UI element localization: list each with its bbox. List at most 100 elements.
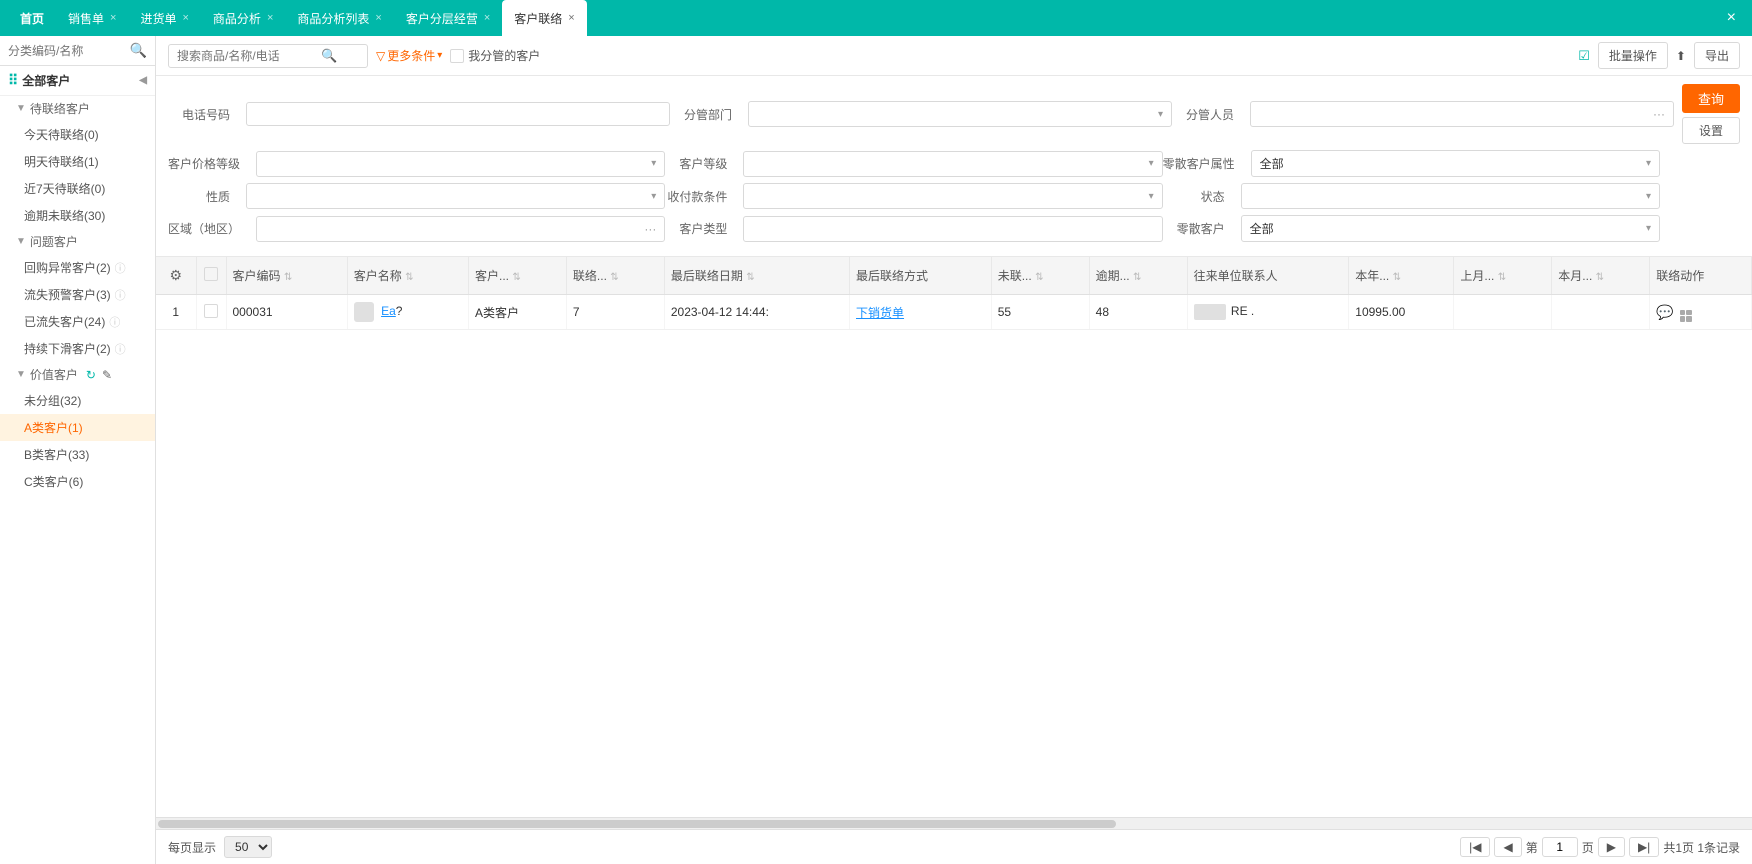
table-header-row: ⚙ 客户编码 ⇅ 客户名称 ⇅ <box>156 257 1752 295</box>
dept-select[interactable]: ▾ <box>748 101 1172 127</box>
th-code: 客户编码 ⇅ <box>226 257 347 295</box>
tab-customer-tier[interactable]: 客户分层经营 × <box>394 0 502 36</box>
sidebar-collapse-icon[interactable]: ◀ <box>139 75 147 86</box>
scatter-customer-select[interactable]: 全部 ▾ <box>1241 215 1660 242</box>
query-button[interactable]: 查询 <box>1682 84 1740 113</box>
customer-avatar <box>354 302 374 322</box>
more-conditions-button[interactable]: ▽ 更多条件 ▾ <box>376 47 442 64</box>
sidebar-search-input[interactable] <box>8 44 126 58</box>
price-level-select[interactable]: ▾ <box>256 151 665 177</box>
phone-input[interactable] <box>246 102 670 126</box>
sidebar-item-repurchase-anomaly[interactable]: 回购异常客户(2) ⓘ <box>0 254 155 281</box>
horizontal-scrollbar[interactable] <box>156 817 1752 829</box>
export-button[interactable]: 导出 <box>1694 42 1740 69</box>
tab-customer-contact[interactable]: 客户联络 × <box>502 0 586 36</box>
tab-sales[interactable]: 销售单 × <box>56 0 128 36</box>
td-name[interactable]: Ea? <box>347 295 468 330</box>
row-checkbox[interactable] <box>204 304 218 318</box>
setting-button[interactable]: 设置 <box>1682 117 1740 144</box>
all-customers-header[interactable]: ⠿ 全部客户 ◀ <box>0 66 155 96</box>
tab-purchase[interactable]: 进货单 × <box>128 0 200 36</box>
close-customer-tier-tab[interactable]: × <box>484 12 490 24</box>
group-problem-customers[interactable]: ▼ 问题客户 <box>0 229 155 254</box>
payment-select[interactable]: ▾ <box>743 183 1162 209</box>
table-gear-button[interactable]: ⚙ <box>167 265 184 286</box>
close-purchase-tab[interactable]: × <box>182 12 188 24</box>
scrollbar-thumb[interactable] <box>158 820 1116 828</box>
sort-code-icon[interactable]: ⇅ <box>284 272 292 283</box>
sidebar-search-icon[interactable]: 🔍 <box>130 42 147 59</box>
tab-goods-analysis-list[interactable]: 商品分析列表 × <box>285 0 393 36</box>
td-this-month <box>1552 295 1650 330</box>
first-page-button[interactable]: |◀ <box>1460 837 1490 857</box>
sort-last-month-icon[interactable]: ⇅ <box>1498 272 1506 283</box>
sidebar-item-class-c[interactable]: C类客户(6) <box>0 468 155 495</box>
sort-date-icon[interactable]: ⇅ <box>746 272 754 283</box>
select-all-checkbox[interactable] <box>204 267 218 281</box>
batch-op-button[interactable]: 批量操作 <box>1598 42 1668 69</box>
td-last-contact-method: 下销货单 <box>850 295 992 330</box>
sidebar-item-tomorrow-pending[interactable]: 明天待联络(1) <box>0 148 155 175</box>
td-last-month <box>1454 295 1552 330</box>
my-customers-checkbox[interactable]: 我分管的客户 <box>450 47 540 64</box>
refresh-icon[interactable]: ↻ <box>86 368 96 382</box>
sidebar-item-7days-pending[interactable]: 近7天待联络(0) <box>0 175 155 202</box>
th-name: 客户名称 ⇅ <box>347 257 468 295</box>
scatter-attr-select[interactable]: 全部 ▾ <box>1251 150 1660 177</box>
grid-action-icon[interactable] <box>1680 302 1692 322</box>
next-page-button[interactable]: ▶ <box>1598 837 1625 857</box>
search-input[interactable] <box>177 49 317 63</box>
sidebar-item-overdue-contact[interactable]: 逾期未联络(30) <box>0 202 155 229</box>
td-this-year: 10995.00 <box>1349 295 1454 330</box>
sidebar-item-unclassified[interactable]: 未分组(32) <box>0 387 155 414</box>
last-page-button[interactable]: ▶| <box>1629 837 1659 857</box>
my-customers-check[interactable] <box>450 49 464 63</box>
customer-level-select[interactable]: ▾ <box>743 151 1162 177</box>
sort-type-icon[interactable]: ⇅ <box>512 272 520 283</box>
sort-name-icon[interactable]: ⇅ <box>405 272 413 283</box>
close-sales-tab[interactable]: × <box>110 12 116 24</box>
page-number-input[interactable] <box>1542 837 1578 857</box>
sidebar-item-churned[interactable]: 已流失客户(24) ⓘ <box>0 308 155 335</box>
nature-select[interactable]: ▾ <box>246 183 665 209</box>
customer-type-select[interactable] <box>743 216 1162 242</box>
contact-person-tag <box>1194 304 1226 320</box>
close-goods-analysis-tab[interactable]: × <box>267 12 273 24</box>
prev-page-button[interactable]: ◀ <box>1494 837 1521 857</box>
filter-search-icon[interactable]: 🔍 <box>321 48 337 64</box>
sort-this-month-icon[interactable]: ⇅ <box>1596 272 1604 283</box>
group-pending-contact[interactable]: ▼ 待联络客户 <box>0 96 155 121</box>
sort-not-contacted-icon[interactable]: ⇅ <box>1035 272 1043 283</box>
more-actions-grid[interactable] <box>1680 310 1692 322</box>
sidebar-item-declining[interactable]: 持续下滑客户(2) ⓘ <box>0 335 155 362</box>
sort-this-year-icon[interactable]: ⇅ <box>1393 272 1401 283</box>
region-select[interactable]: ··· <box>256 216 665 242</box>
td-contact-count: 7 <box>566 295 664 330</box>
sidebar-item-churn-warning[interactable]: 流失预警客户(3) ⓘ <box>0 281 155 308</box>
close-customer-contact-tab[interactable]: × <box>568 12 574 24</box>
tab-home[interactable]: 首页 <box>8 0 56 36</box>
filter-nature: 性质 ▾ <box>168 183 665 209</box>
td-actions: 💬 <box>1650 295 1752 330</box>
sidebar-item-today-pending[interactable]: 今天待联络(0) <box>0 121 155 148</box>
query-buttons: 查询 设置 <box>1682 84 1740 144</box>
filter-bar: 🔍 ▽ 更多条件 ▾ 我分管的客户 ☑ 批量操作 ⬆ 导出 <box>156 36 1752 76</box>
status-select[interactable]: ▾ <box>1241 183 1660 209</box>
filter-scatter-attr: 零散客户属性 全部 ▾ <box>1163 150 1660 177</box>
sort-overdue-icon[interactable]: ⇅ <box>1133 272 1141 283</box>
sidebar-item-class-b[interactable]: B类客户(33) <box>0 441 155 468</box>
page-end-label: 页 <box>1582 839 1594 856</box>
group-value-customers[interactable]: ▼ 价值客户 ↻ ✎ <box>0 362 155 387</box>
close-all-button[interactable]: × <box>1719 9 1744 27</box>
comment-action-icon[interactable]: 💬 <box>1656 304 1673 321</box>
edit-value-icon[interactable]: ✎ <box>102 368 112 382</box>
th-not-contacted: 未联... ⇅ <box>991 257 1089 295</box>
tab-goods-analysis[interactable]: 商品分析 × <box>201 0 285 36</box>
td-not-contacted: 55 <box>991 295 1089 330</box>
sidebar-item-class-a[interactable]: A类客户(1) <box>0 414 155 441</box>
sort-contact-icon[interactable]: ⇅ <box>610 272 618 283</box>
td-last-contact-date: 2023-04-12 14:44: <box>664 295 849 330</box>
person-select[interactable]: ··· <box>1250 101 1674 127</box>
close-goods-analysis-list-tab[interactable]: × <box>375 12 381 24</box>
per-page-select[interactable]: 50 <box>224 836 272 858</box>
